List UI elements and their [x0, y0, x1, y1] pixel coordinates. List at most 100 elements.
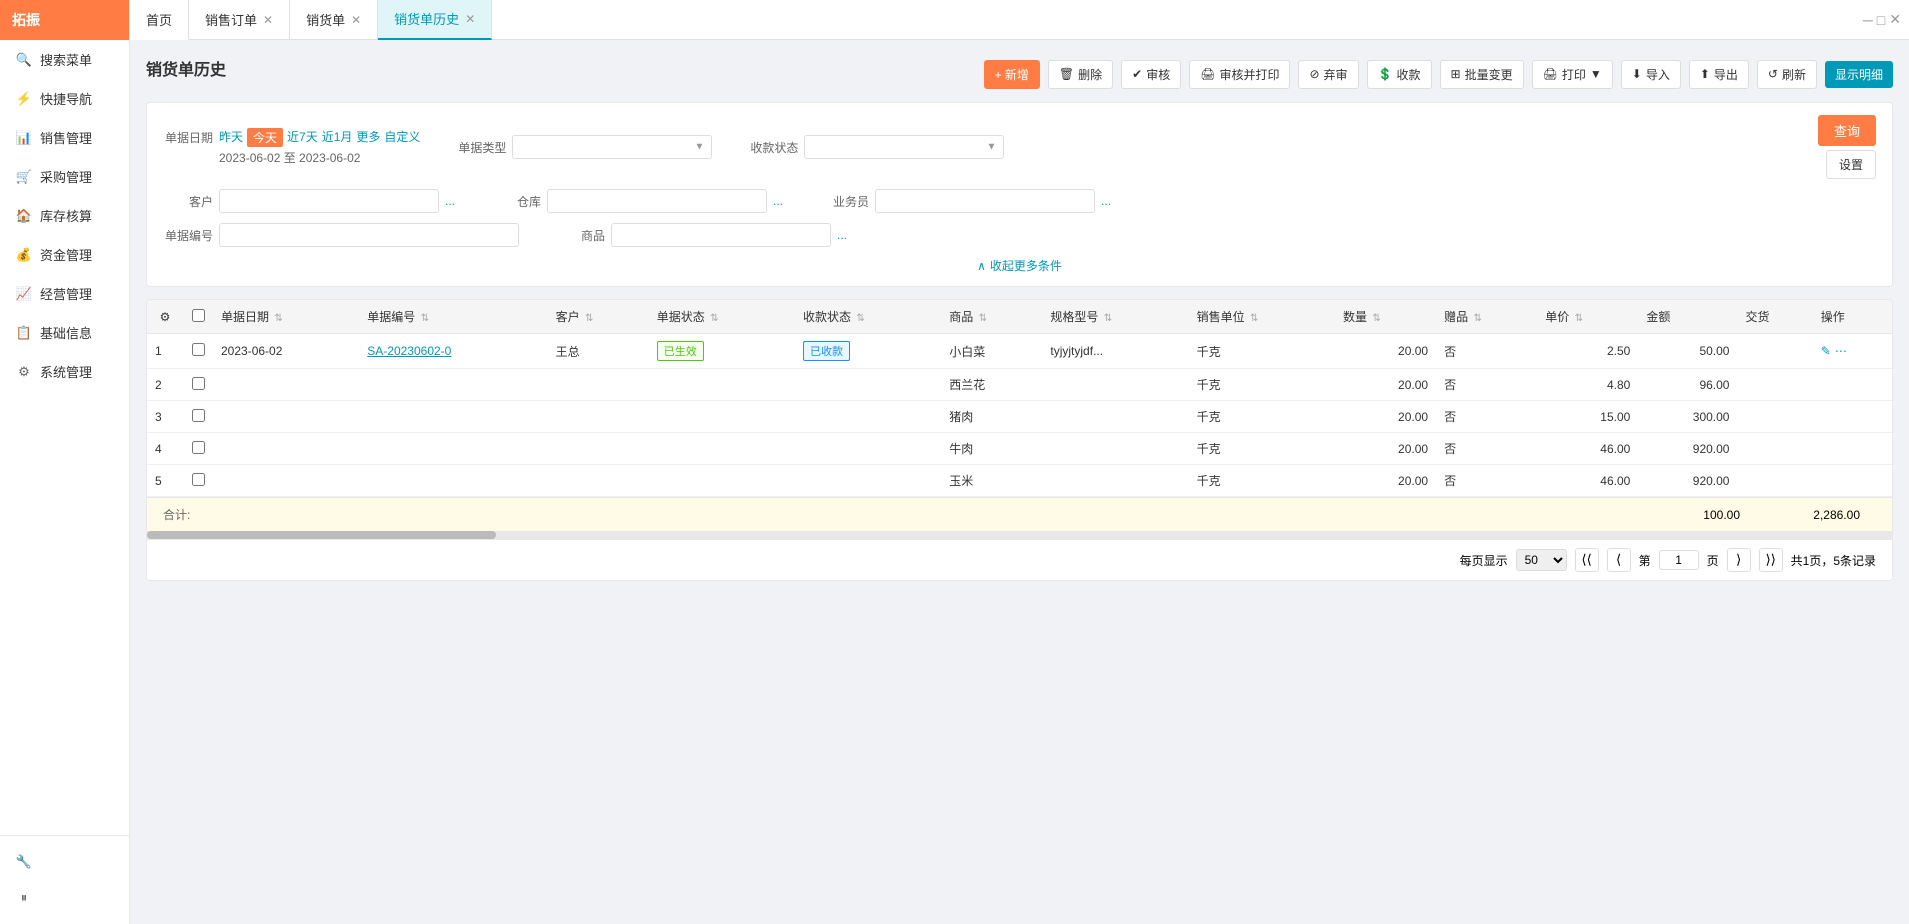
td-doc-number[interactable] [359, 401, 547, 433]
row-checkbox[interactable] [192, 473, 205, 486]
date-shortcut-more[interactable]: 更多 [356, 128, 380, 147]
td-checkbox[interactable] [183, 465, 213, 497]
maximize-icon[interactable]: □ [1877, 12, 1885, 28]
td-checkbox[interactable] [183, 433, 213, 465]
sidebar-item-finance[interactable]: 💰 资金管理 [0, 235, 129, 274]
row-checkbox[interactable] [192, 343, 205, 356]
td-actions[interactable] [1813, 401, 1892, 433]
filter-goods-more[interactable]: ... [837, 228, 847, 242]
page-prev-button[interactable]: ⟨ [1607, 548, 1631, 572]
filter-customer-input[interactable] [219, 189, 439, 213]
td-actions[interactable]: ✎⋯ [1813, 334, 1892, 369]
th-spec[interactable]: 规格型号 ⇅ [1042, 300, 1188, 334]
tab-sales-order-close[interactable]: ✕ [263, 13, 273, 27]
tab-delivery-history-close[interactable]: ✕ [465, 12, 475, 26]
edit-action-icon[interactable]: ✎ [1821, 344, 1831, 358]
td-doc-number[interactable] [359, 465, 547, 497]
horizontal-scrollbar[interactable] [147, 531, 1892, 539]
th-gift[interactable]: 赠品 ⇅ [1436, 300, 1537, 334]
td-doc-number[interactable] [359, 433, 547, 465]
th-sales-unit[interactable]: 销售单位 ⇅ [1189, 300, 1335, 334]
td-actions[interactable] [1813, 369, 1892, 401]
collect-button[interactable]: 💲 收款 [1367, 60, 1432, 89]
more-action-icon[interactable]: ⋯ [1835, 344, 1847, 358]
doc-number-link[interactable]: SA-20230602-0 [367, 344, 451, 358]
collapse-icon: ⏸ [16, 890, 32, 906]
audit-print-button[interactable]: 🖨 审核并打印 [1189, 60, 1290, 89]
td-actions[interactable] [1813, 465, 1892, 497]
th-unit-price[interactable]: 单价 ⇅ [1537, 300, 1638, 334]
td-checkbox[interactable] [183, 401, 213, 433]
tab-delivery-history[interactable]: 销货单历史 ✕ [378, 0, 492, 40]
th-gear[interactable]: ⚙ [147, 300, 183, 334]
th-qty[interactable]: 数量 ⇅ [1335, 300, 1436, 334]
page-number-input[interactable] [1659, 550, 1699, 570]
filter-goods-input[interactable] [611, 223, 831, 247]
filter-warehouse-input[interactable] [547, 189, 767, 213]
abandon-button[interactable]: ⊘ 弃审 [1298, 60, 1358, 89]
sidebar-item-sales-mgmt[interactable]: 📊 销售管理 [0, 118, 129, 157]
filter-customer-more[interactable]: ... [445, 194, 455, 208]
td-checkbox[interactable] [183, 369, 213, 401]
sidebar-item-inventory[interactable]: 🏠 库存核算 [0, 196, 129, 235]
sidebar-item-quick-nav[interactable]: ⚡ 快捷导航 [0, 79, 129, 118]
collapse-button[interactable]: ∧ 收起更多条件 [163, 257, 1876, 274]
minimize-icon[interactable]: ─ [1863, 12, 1873, 28]
sidebar-item-search-menu[interactable]: 🔍 搜索菜单 [0, 40, 129, 79]
date-shortcut-custom[interactable]: 自定义 [384, 128, 420, 147]
scrollbar-thumb[interactable] [147, 531, 496, 539]
import-button[interactable]: ⬇ 导入 [1621, 60, 1681, 89]
sidebar-item-basic-info[interactable]: 📋 基础信息 [0, 313, 129, 352]
filter-salesperson-input[interactable] [875, 189, 1095, 213]
page-next-button[interactable]: ⟩ [1727, 548, 1751, 572]
row-checkbox[interactable] [192, 441, 205, 454]
page-size-select[interactable]: 50 100 200 [1516, 549, 1567, 571]
filter-warehouse-more[interactable]: ... [773, 194, 783, 208]
sidebar-item-system-mgmt[interactable]: ⚙ 系统管理 [0, 352, 129, 391]
th-doc-date[interactable]: 单据日期 ⇅ [213, 300, 359, 334]
filter-doctype-select[interactable] [512, 135, 712, 159]
date-shortcut-today[interactable]: 今天 [247, 128, 283, 147]
window-close-icon[interactable]: ✕ [1889, 11, 1901, 28]
td-actions[interactable] [1813, 433, 1892, 465]
table-header-row: ⚙ 单据日期 ⇅ 单据编号 ⇅ [147, 300, 1892, 334]
setting-button[interactable]: 设置 [1826, 150, 1876, 179]
query-button[interactable]: 查询 [1818, 115, 1876, 146]
tab-home[interactable]: 首页 [130, 0, 189, 40]
sidebar-item-settings[interactable]: 🔧 [0, 844, 129, 880]
gear-icon[interactable]: ⚙ [160, 310, 171, 324]
th-payment-status[interactable]: 收款状态 ⇅ [795, 300, 941, 334]
add-button[interactable]: + 新增 [984, 60, 1040, 89]
th-goods[interactable]: 商品 ⇅ [941, 300, 1042, 334]
export-button[interactable]: ⬆ 导出 [1689, 60, 1749, 89]
page-last-button[interactable]: ⟩⟩ [1759, 548, 1783, 572]
td-doc-number[interactable] [359, 369, 547, 401]
filter-salesperson-more[interactable]: ... [1101, 194, 1111, 208]
th-customer[interactable]: 客户 ⇅ [548, 300, 649, 334]
refresh-button[interactable]: ↺ 刷新 [1757, 60, 1817, 89]
row-checkbox[interactable] [192, 409, 205, 422]
select-all-checkbox[interactable] [192, 309, 205, 322]
date-shortcut-yesterday[interactable]: 昨天 [219, 128, 243, 147]
print-button[interactable]: 🖨 打印 ▼ [1532, 60, 1613, 89]
td-doc-number[interactable]: SA-20230602-0 [359, 334, 547, 369]
sidebar-item-operations[interactable]: 📈 经营管理 [0, 274, 129, 313]
show-detail-button[interactable]: 显示明细 [1825, 61, 1893, 88]
th-doc-number[interactable]: 单据编号 ⇅ [359, 300, 547, 334]
row-checkbox[interactable] [192, 377, 205, 390]
sidebar-item-collapse[interactable]: ⏸ [0, 880, 129, 916]
date-shortcut-1month[interactable]: 近1月 [322, 128, 353, 147]
td-checkbox[interactable] [183, 334, 213, 369]
batch-change-button[interactable]: ⊞ 批量变更 [1440, 60, 1524, 89]
delete-button[interactable]: 🗑 删除 [1048, 60, 1113, 89]
th-doc-status[interactable]: 单据状态 ⇅ [649, 300, 795, 334]
filter-payment-select[interactable] [804, 135, 1004, 159]
sidebar-item-purchase-mgmt[interactable]: 🛒 采购管理 [0, 157, 129, 196]
page-first-button[interactable]: ⟨⟨ [1575, 548, 1599, 572]
tab-delivery-close[interactable]: ✕ [351, 13, 361, 27]
audit-button[interactable]: ✔ 审核 [1121, 60, 1181, 89]
tab-sales-order[interactable]: 销售订单 ✕ [189, 0, 290, 40]
date-shortcut-7days[interactable]: 近7天 [287, 128, 318, 147]
tab-delivery[interactable]: 销货单 ✕ [290, 0, 378, 40]
filter-docnum-input[interactable] [219, 223, 519, 247]
